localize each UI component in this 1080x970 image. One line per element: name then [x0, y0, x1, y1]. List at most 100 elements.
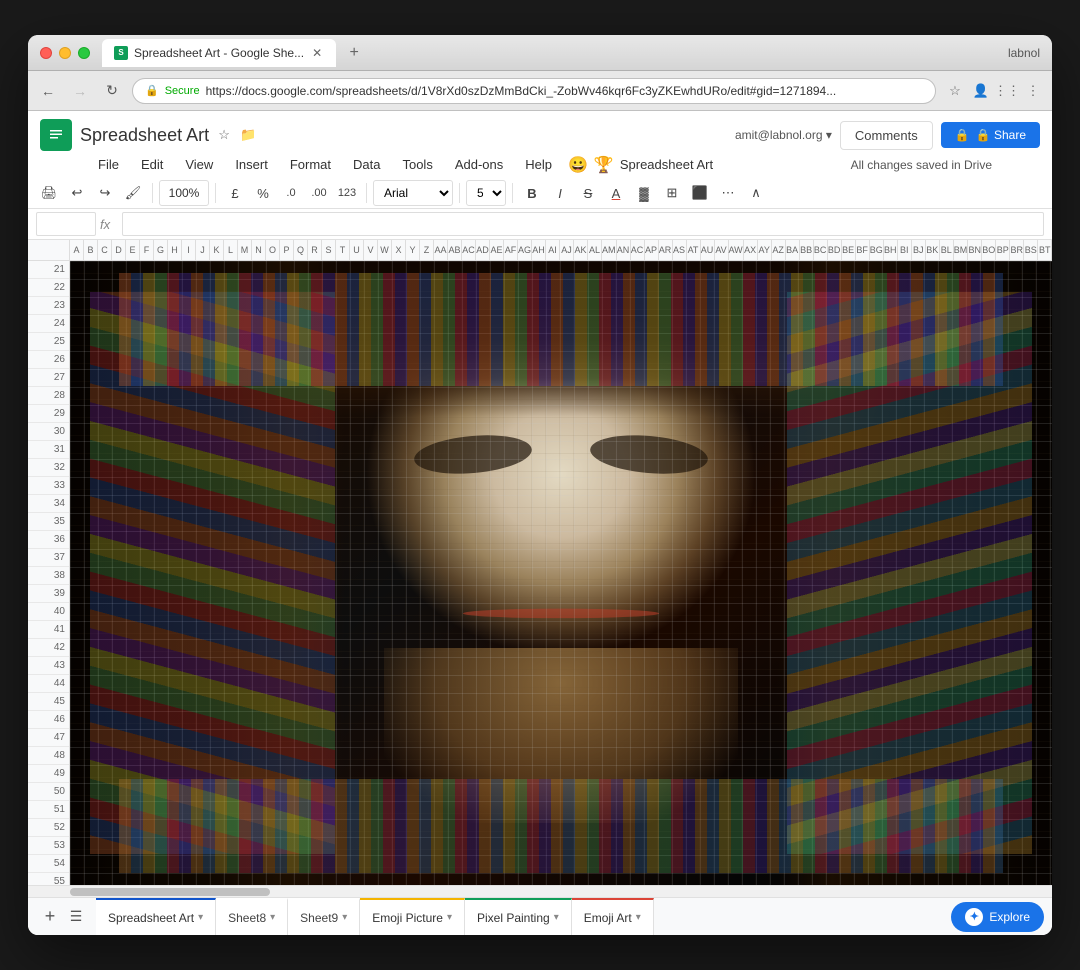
browser-window: S Spreadsheet Art - Google She... ✕ + la… [28, 35, 1052, 935]
bold-button[interactable]: B [519, 180, 545, 206]
refresh-button[interactable]: ↻ [100, 79, 124, 103]
explore-label: Explore [989, 910, 1030, 924]
decimal1-button[interactable]: .0 [278, 180, 304, 206]
cell-reference-box[interactable] [36, 212, 96, 236]
horizontal-scrollbar[interactable] [28, 885, 1052, 897]
menu-addons[interactable]: Add-ons [445, 153, 513, 176]
merge-button[interactable]: ⬛ [687, 180, 713, 206]
highlight-button[interactable]: ▓ [631, 180, 657, 206]
collapse-toolbar-button[interactable]: ∧ [743, 180, 769, 206]
new-tab-button[interactable]: + [342, 41, 366, 65]
menu-data[interactable]: Data [343, 153, 390, 176]
menu-help[interactable]: Help [515, 153, 562, 176]
row-number-45: 45 [28, 693, 69, 711]
row-number-47: 47 [28, 729, 69, 747]
forward-button[interactable]: → [68, 79, 92, 103]
menu-tools[interactable]: Tools [392, 153, 442, 176]
strikethrough-button[interactable]: S [575, 180, 601, 206]
column-headers-row: ABCDEFGHIJKLMNOPQRSTUVWXYZAAABACADAEAFAG… [28, 240, 1052, 261]
addon-emoji2: 🏆 [594, 155, 614, 175]
maximize-button[interactable] [78, 47, 90, 59]
decimal2-button[interactable]: .00 [306, 180, 332, 206]
url-bar[interactable]: 🔒 Secure https://docs.google.com/spreads… [132, 78, 936, 104]
sheet-tab-emoji-picture-menu[interactable]: ▾ [447, 912, 452, 923]
sheets-list-button[interactable]: ☰ [64, 905, 88, 929]
row-number-34: 34 [28, 495, 69, 513]
formula-bar[interactable] [122, 212, 1044, 236]
minimize-button[interactable] [59, 47, 71, 59]
menu-file[interactable]: File [88, 153, 129, 176]
col-header-F: F [140, 240, 154, 260]
bookmark-icon[interactable]: ☆ [944, 80, 966, 102]
menu-format[interactable]: Format [280, 153, 341, 176]
col-header-BL: BL [940, 240, 954, 260]
sheet-tab-pixel-painting[interactable]: Pixel Painting ▾ [465, 898, 572, 935]
print-button[interactable]: 🖨 [36, 180, 62, 206]
scrollbar-thumb[interactable] [70, 888, 270, 896]
menu-view[interactable]: View [175, 153, 223, 176]
col-header-B: B [84, 240, 98, 260]
font-color-button[interactable]: A [603, 180, 629, 206]
sheet-tab-sheet9[interactable]: Sheet9 ▾ [288, 898, 360, 935]
italic-button[interactable]: I [547, 180, 573, 206]
zoom-display[interactable]: 100% [159, 180, 209, 206]
title-bar: S Spreadsheet Art - Google She... ✕ + la… [28, 35, 1052, 71]
borders-button[interactable]: ⊞ [659, 180, 685, 206]
redo-button[interactable]: ↪ [92, 180, 118, 206]
font-selector[interactable]: Arial [373, 180, 453, 206]
window-user: labnol [1008, 46, 1040, 60]
menu-edit[interactable]: Edit [131, 153, 173, 176]
explore-button[interactable]: ✦ Explore [951, 902, 1044, 932]
row-number-26: 26 [28, 351, 69, 369]
col-header-AG: AG [518, 240, 532, 260]
menu-icon[interactable]: ⋮ [1022, 80, 1044, 102]
comments-button[interactable]: Comments [840, 121, 933, 150]
add-sheet-button[interactable]: + [36, 903, 64, 931]
star-icon[interactable]: ☆ [215, 126, 233, 144]
share-button[interactable]: 🔒 🔒 Share [941, 122, 1040, 148]
font-size-selector[interactable]: 5 6 8 10 12 [466, 180, 506, 206]
row-number-44: 44 [28, 675, 69, 693]
paint-button[interactable]: 🖌 [120, 180, 146, 206]
sheet-tab-emoji-picture[interactable]: Emoji Picture ▾ [360, 898, 465, 935]
back-button[interactable]: ← [36, 79, 60, 103]
undo-button[interactable]: ↩ [64, 180, 90, 206]
menu-insert[interactable]: Insert [225, 153, 278, 176]
close-button[interactable] [40, 47, 52, 59]
sheet-tab-emoji-art-menu[interactable]: ▾ [636, 912, 641, 923]
col-header-S: S [322, 240, 336, 260]
col-header-AL: AL [588, 240, 602, 260]
col-header-BF: BF [856, 240, 870, 260]
percent-button[interactable]: % [250, 180, 276, 206]
more-toolbar-button[interactable]: ⋯ [715, 180, 741, 206]
toolbar-sep3 [366, 183, 367, 203]
col-header-AN: AN [617, 240, 631, 260]
col-header-O: O [266, 240, 280, 260]
sheet-tab-sheet8[interactable]: Sheet8 ▾ [216, 898, 288, 935]
currency-button[interactable]: £ [222, 180, 248, 206]
profile-icon[interactable]: 👤 [970, 80, 992, 102]
col-header-AW: AW [729, 240, 744, 260]
sheet-tab-sheet8-menu[interactable]: ▾ [270, 912, 275, 923]
sheet-tab-sheet8-label: Sheet8 [228, 911, 266, 925]
sheet-tab-emoji-art[interactable]: Emoji Art ▾ [572, 898, 654, 935]
tab-close-button[interactable]: ✕ [310, 46, 324, 60]
extensions-icon[interactable]: ⋮⋮ [996, 80, 1018, 102]
col-header-Y: Y [406, 240, 420, 260]
row-number-55: 55 [28, 873, 69, 885]
folder-icon[interactable]: 📁 [239, 126, 257, 144]
browser-tab[interactable]: S Spreadsheet Art - Google She... ✕ [102, 39, 336, 67]
sheet-tab-sheet9-menu[interactable]: ▾ [342, 912, 347, 923]
col-header-AB: AB [448, 240, 462, 260]
col-header-BA: BA [786, 240, 800, 260]
col-header-AC: AC [462, 240, 476, 260]
cells-area[interactable] [70, 261, 1052, 885]
row-number-30: 30 [28, 423, 69, 441]
col-header-AJ: AJ [560, 240, 574, 260]
sheet-tab-spreadsheet-art-menu[interactable]: ▾ [198, 912, 203, 923]
sheet-tab-pixel-painting-menu[interactable]: ▾ [554, 912, 559, 923]
number-format-button[interactable]: 123 [334, 180, 360, 206]
share-lock-icon: 🔒 [955, 128, 970, 142]
sheet-tab-spreadsheet-art[interactable]: Spreadsheet Art ▾ [96, 898, 216, 935]
col-header-AH: AH [532, 240, 546, 260]
